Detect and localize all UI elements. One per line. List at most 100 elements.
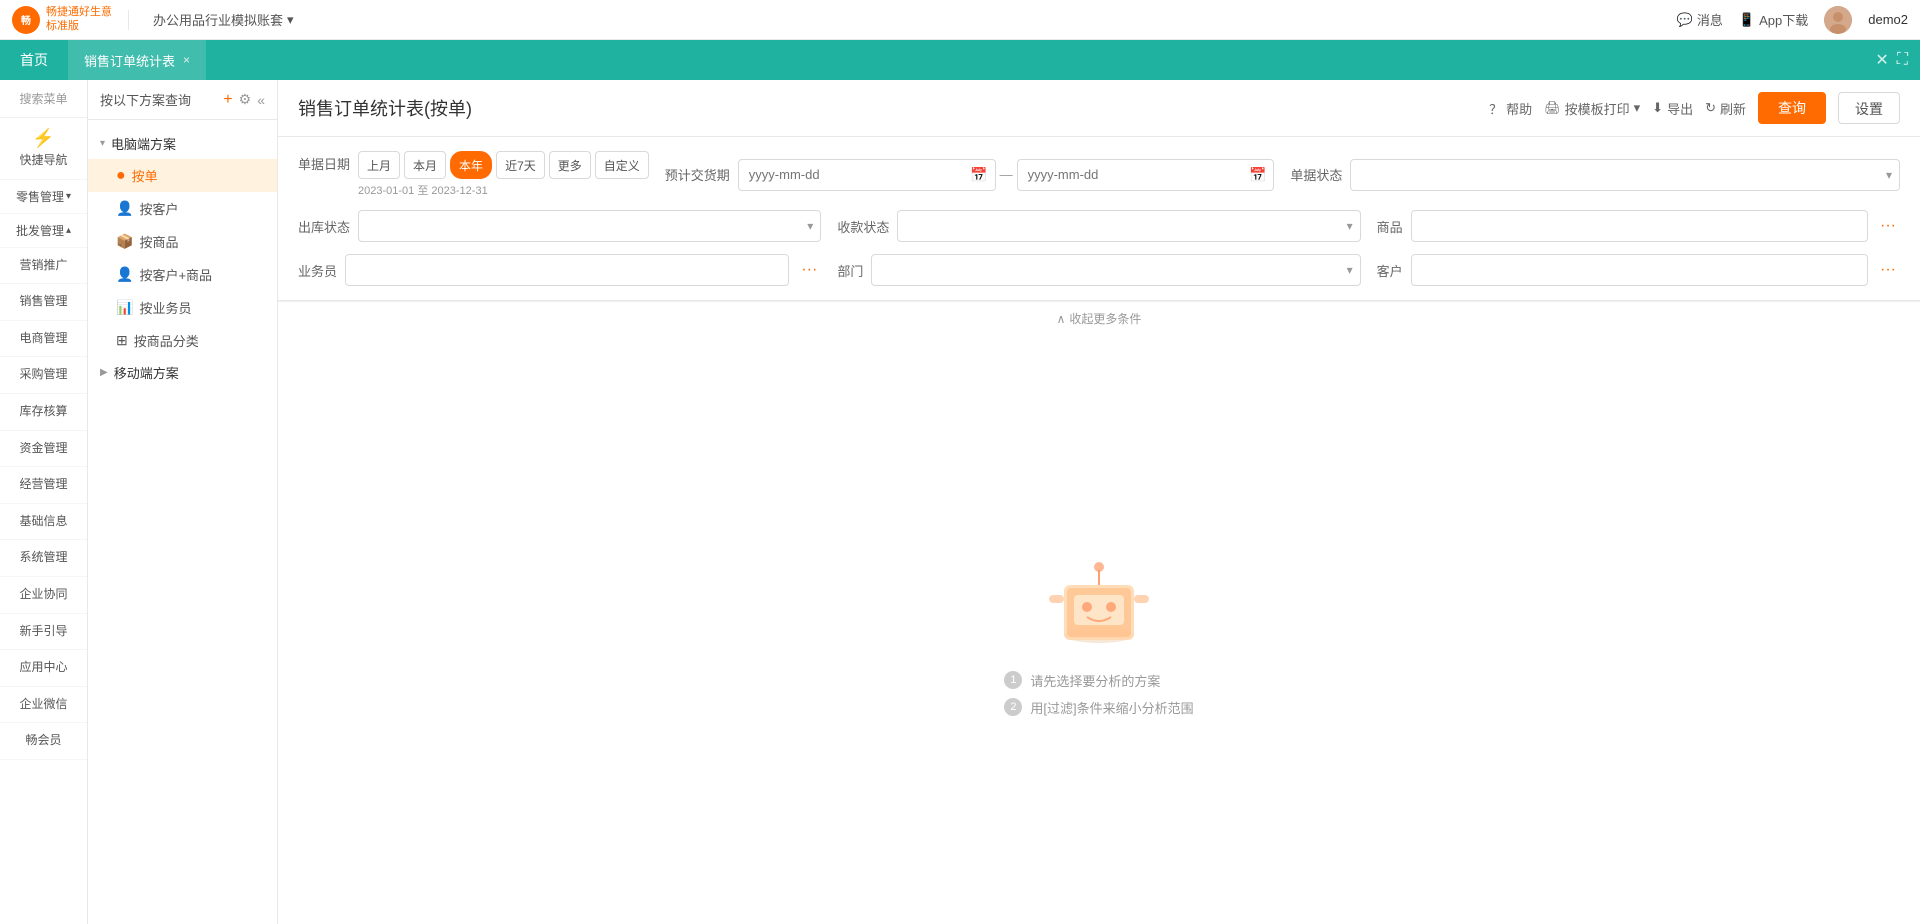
collapse-bar[interactable]: ∧ 收起更多条件 (278, 301, 1920, 335)
scheme-item-by-order[interactable]: ● 按单 (88, 159, 277, 192)
customer-more-button[interactable]: ··· (1876, 261, 1900, 279)
help-icon: ？ (1489, 99, 1502, 118)
maximize-button[interactable]: ⛶ (1897, 51, 1908, 69)
print-button[interactable]: 🖨 按模板打印 ▾ (1544, 99, 1640, 118)
tab-close-button[interactable]: × (183, 53, 190, 67)
sidebar-item-coop[interactable]: 企业协同 (0, 577, 87, 614)
goods-more-button[interactable]: ··· (1876, 217, 1900, 235)
goods-label: 商品 (1377, 217, 1403, 236)
workspace-selector[interactable]: 办公用品行业模拟账套 ▾ (145, 6, 302, 33)
document-status-select[interactable] (1350, 159, 1900, 191)
scheme-add-button[interactable]: + (223, 91, 232, 109)
hint-num-1: 1 (1004, 671, 1022, 689)
scheme-item-by-customer[interactable]: 👤 按客户 (88, 192, 277, 225)
delivery-end-wrapper: 📅 (1017, 159, 1275, 191)
scheme-item-by-customer-goods[interactable]: 👤 按客户+商品 (88, 258, 277, 291)
scheme-item-by-goods[interactable]: 📦 按商品 (88, 225, 277, 258)
sidebar-item-newbie[interactable]: 新手引导 (0, 614, 87, 651)
department-filter: 部门 (837, 254, 1360, 286)
export-icon: ⬇ (1652, 100, 1663, 116)
delivery-start-input[interactable] (738, 159, 996, 191)
department-select[interactable] (871, 254, 1360, 286)
sidebar-item-purchase[interactable]: 采购管理 (0, 357, 87, 394)
document-date-label: 单据日期 (298, 151, 350, 179)
search-menu-label[interactable]: 搜索菜单 (8, 90, 79, 107)
salesperson-input[interactable] (345, 254, 789, 286)
scheme-panel-actions: + ⚙ « (223, 91, 265, 109)
scheme-group-header-mobile[interactable]: ▶ 移动端方案 (88, 357, 277, 388)
top-bar-left: 畅 畅捷通好生意 标准版 办公用品行业模拟账套 ▾ (12, 6, 302, 34)
sidebar-item-retail[interactable]: 零售管理 ▾ (0, 180, 87, 214)
scheme-item-icon-goods: 📦 (116, 233, 133, 250)
sidebar-item-member[interactable]: 畅会员 (0, 723, 87, 760)
date-btn-custom[interactable]: 自定义 (595, 151, 649, 179)
scheme-item-icon-customer-goods: 👤 (116, 266, 133, 283)
date-btn-this-month[interactable]: 本月 (404, 151, 446, 179)
group-arrow-mobile-icon: ▶ (100, 367, 108, 378)
empty-hint-2: 2 用[过滤]条件来缩小分析范围 (1004, 698, 1193, 717)
content-area: 按以下方案查询 + ⚙ « ▾ 电脑端方案 ● 按单 (88, 80, 1920, 924)
top-bar-right: 💬 消息 📱 App下载 demo2 (1677, 6, 1908, 34)
tab-label: 销售订单统计表 (84, 51, 175, 70)
tab-home[interactable]: 首页 (0, 40, 68, 80)
help-button[interactable]: ？ 帮助 (1489, 99, 1532, 118)
sidebar-item-sales[interactable]: 销售管理 (0, 284, 87, 321)
goods-filter: 商品 ··· (1377, 210, 1900, 242)
customer-input[interactable] (1411, 254, 1868, 286)
document-status-filter: 单据状态 (1290, 159, 1900, 191)
wholesale-label: 批发管理 (16, 222, 64, 239)
avatar[interactable] (1824, 6, 1852, 34)
salesperson-label: 业务员 (298, 261, 337, 280)
quicknav-icon: ⚡ (32, 128, 54, 149)
close-window-button[interactable]: ✕ (1875, 50, 1888, 70)
message-button[interactable]: 💬 消息 (1677, 10, 1723, 29)
delivery-date-range: 📅 — 📅 (738, 159, 1275, 191)
app-download-button[interactable]: 📱 App下载 (1739, 10, 1808, 29)
sidebar-item-wholesale[interactable]: 批发管理 ▴ (0, 214, 87, 248)
sidebar-item-wechat[interactable]: 企业微信 (0, 687, 87, 724)
sidebar-item-operations[interactable]: 经营管理 (0, 467, 87, 504)
sidebar-item-finance[interactable]: 资金管理 (0, 431, 87, 468)
date-btn-more[interactable]: 更多 (549, 151, 591, 179)
scheme-settings-icon[interactable]: ⚙ (239, 91, 252, 108)
payment-status-select[interactable] (897, 210, 1360, 242)
username-label[interactable]: demo2 (1868, 12, 1908, 27)
tab-sales-report[interactable]: 销售订单统计表 × (68, 40, 206, 80)
tab-bar-actions: ✕ ⛶ (1875, 50, 1920, 70)
print-icon: 🖨 (1544, 100, 1561, 116)
date-btn-last-7-days[interactable]: 近7天 (496, 151, 545, 179)
date-btn-this-year[interactable]: 本年 (450, 151, 492, 179)
salesperson-more-button[interactable]: ··· (797, 261, 821, 279)
top-bar: 畅 畅捷通好生意 标准版 办公用品行业模拟账套 ▾ 💬 消息 📱 App下载 d… (0, 0, 1920, 40)
logo-icon: 畅 (12, 6, 40, 34)
delivery-end-input[interactable] (1017, 159, 1275, 191)
department-select-wrapper (871, 254, 1360, 286)
sidebar-item-ecommerce[interactable]: 电商管理 (0, 321, 87, 358)
filter-row-1: 单据日期 上月 本月 本年 近7天 更多 自定义 2023- (298, 151, 1900, 198)
goods-input[interactable] (1411, 210, 1868, 242)
sidebar-search[interactable]: 搜索菜单 (0, 80, 87, 118)
sidebar-item-basic[interactable]: 基础信息 (0, 504, 87, 541)
page-title: 销售订单统计表(按单) (298, 95, 472, 121)
sidebar-item-system[interactable]: 系统管理 (0, 540, 87, 577)
scheme-item-by-category[interactable]: ⊞ 按商品分类 (88, 324, 277, 357)
query-button[interactable]: 查询 (1758, 92, 1826, 124)
date-filter-group: 上月 本月 本年 近7天 更多 自定义 2023-01-01 至 2023-12 (358, 151, 649, 198)
scheme-collapse-icon[interactable]: « (257, 92, 265, 108)
sidebar-item-marketing[interactable]: 营销推广 (0, 248, 87, 285)
scheme-group-header-desktop[interactable]: ▾ 电脑端方案 (88, 128, 277, 159)
document-status-select-wrapper (1350, 159, 1900, 191)
wholesale-arrow-icon: ▴ (66, 225, 71, 236)
date-btn-last-month[interactable]: 上月 (358, 151, 400, 179)
department-label: 部门 (837, 261, 863, 280)
shipment-status-select[interactable] (358, 210, 821, 242)
print-dropdown-icon: ▾ (1634, 100, 1641, 116)
refresh-button[interactable]: ↻ 刷新 (1705, 99, 1746, 118)
sidebar-item-inventory[interactable]: 库存核算 (0, 394, 87, 431)
sidebar-item-appcenter[interactable]: 应用中心 (0, 650, 87, 687)
sidebar-item-quicknav[interactable]: ⚡ 快捷导航 (0, 118, 87, 180)
setting-button[interactable]: 设置 (1838, 92, 1900, 124)
export-button[interactable]: ⬇ 导出 (1652, 99, 1693, 118)
shipment-status-filter: 出库状态 (298, 210, 821, 242)
scheme-item-by-salesperson[interactable]: 📊 按业务员 (88, 291, 277, 324)
